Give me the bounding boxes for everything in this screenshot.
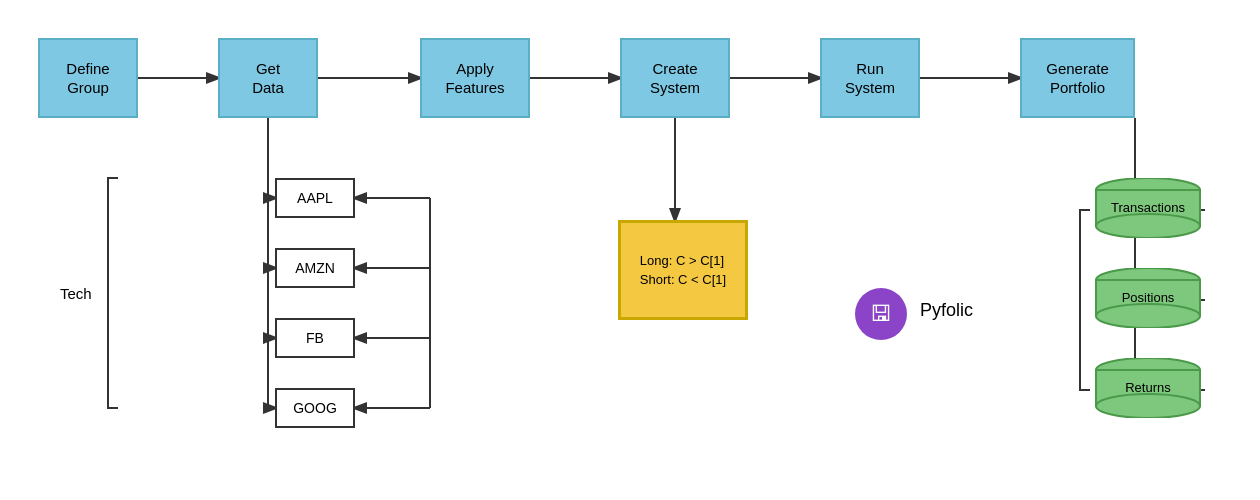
diagram-canvas: Define Group Get Data Apply Features Cre… — [0, 0, 1260, 500]
transactions-db: Transactions — [1088, 178, 1208, 242]
returns-db: Returns — [1088, 358, 1208, 422]
stock-aapl: AAPL — [275, 178, 355, 218]
svg-point-35 — [1096, 394, 1200, 418]
tech-label: Tech — [60, 285, 92, 302]
get-data-box: Get Data — [218, 38, 318, 118]
generate-portfolio-box: Generate Portfolio — [1020, 38, 1135, 118]
pyfolic-icon: 🖫 — [855, 288, 907, 340]
run-system-box: Run System — [820, 38, 920, 118]
svg-point-31 — [1096, 304, 1200, 328]
positions-db: Positions — [1088, 268, 1208, 332]
svg-text:Transactions: Transactions — [1111, 200, 1185, 215]
svg-point-27 — [1096, 214, 1200, 238]
stock-fb: FB — [275, 318, 355, 358]
pyfolic-label: Pyfolic — [920, 300, 973, 321]
stock-amzn: AMZN — [275, 248, 355, 288]
signal-box: Long: C > C[1] Short: C < C[1] — [618, 220, 748, 320]
stock-goog: GOOG — [275, 388, 355, 428]
svg-text:Positions: Positions — [1122, 290, 1175, 305]
define-group-box: Define Group — [38, 38, 138, 118]
create-system-box: Create System — [620, 38, 730, 118]
apply-features-box: Apply Features — [420, 38, 530, 118]
svg-text:Returns: Returns — [1125, 380, 1171, 395]
